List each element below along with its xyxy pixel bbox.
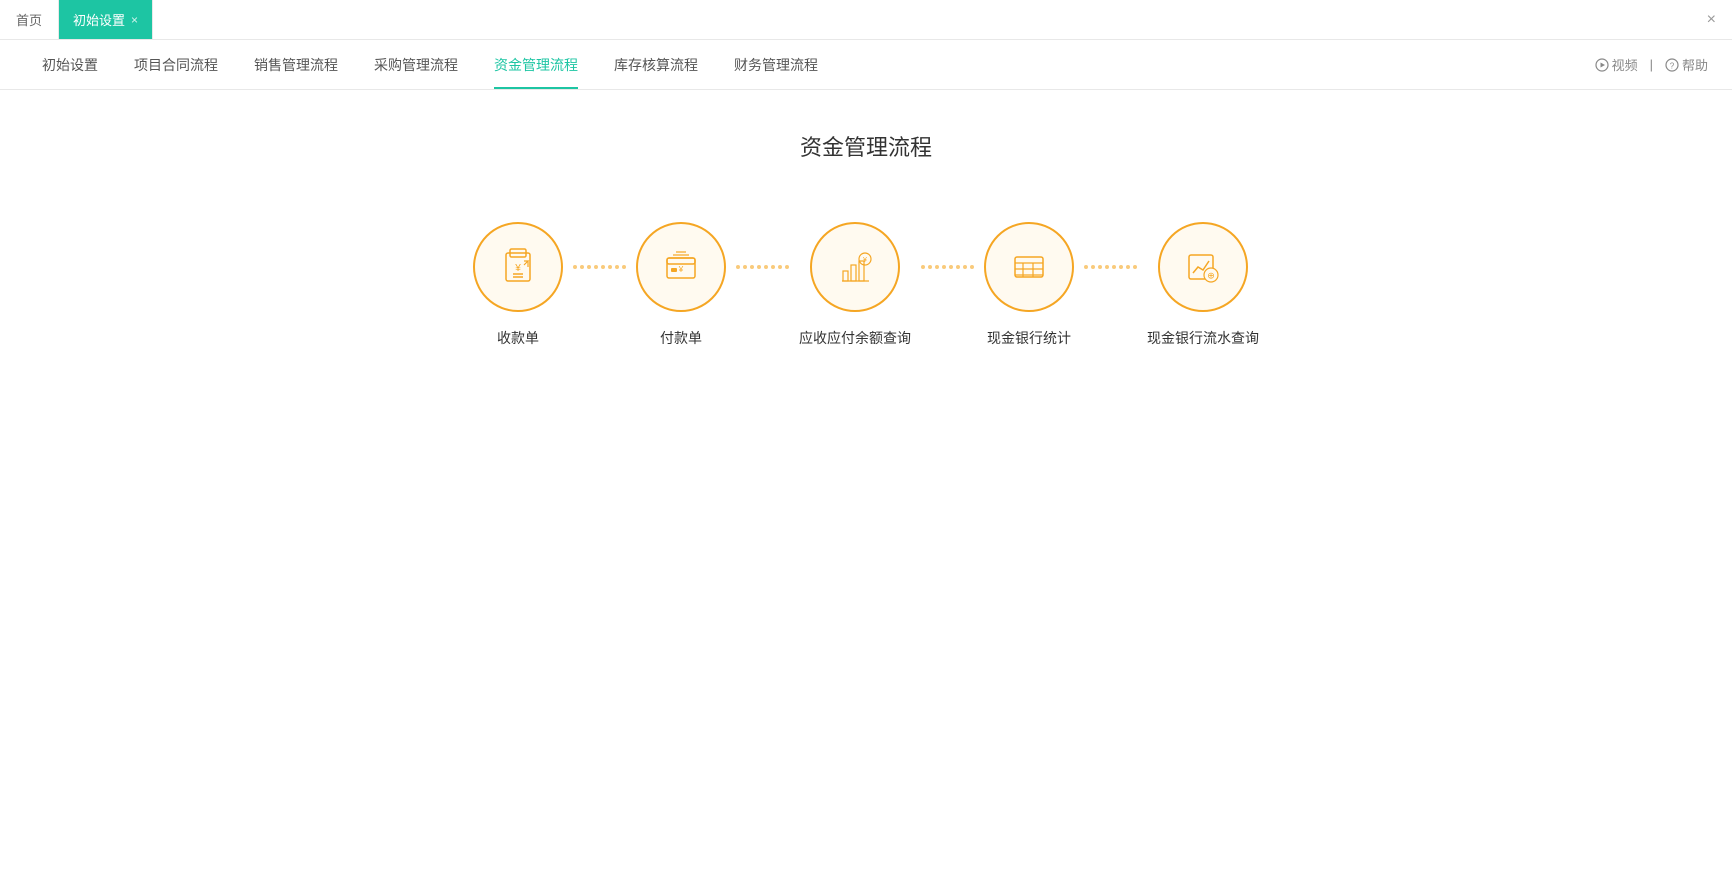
connector-2	[726, 265, 799, 269]
top-bar: 首页 初始设置 × ×	[0, 0, 1732, 40]
cash-flow-icon: ⊕	[1181, 245, 1225, 289]
flow-circle-cash-bank	[984, 222, 1074, 312]
flow-label-cash-flow: 现金银行流水查询	[1147, 328, 1259, 348]
nav-item-sales[interactable]: 销售管理流程	[236, 40, 356, 89]
nav-item-initial-setup[interactable]: 初始设置	[24, 40, 116, 89]
home-tab[interactable]: 首页	[0, 0, 59, 39]
help-icon: ?	[1665, 58, 1679, 72]
svg-text:¥: ¥	[863, 257, 867, 264]
main-content: 资金管理流程 ¥ 收款单	[0, 90, 1732, 885]
svg-text:¥: ¥	[514, 263, 521, 274]
connector-4	[1074, 265, 1147, 269]
tab-close-icon[interactable]: ×	[131, 13, 138, 27]
receipt-icon: ¥	[496, 245, 540, 289]
svg-text:?: ?	[1670, 61, 1675, 70]
flow-circle-receipt: ¥	[473, 222, 563, 312]
nav-item-project-contract[interactable]: 项目合同流程	[116, 40, 236, 89]
active-tab[interactable]: 初始设置 ×	[59, 0, 153, 39]
active-tab-label: 初始设置	[73, 10, 125, 29]
connector-1	[563, 265, 636, 269]
cash-bank-icon	[1007, 245, 1051, 289]
svg-text:¥: ¥	[678, 265, 684, 274]
flow-item-payment[interactable]: ¥ 付款单	[636, 222, 726, 348]
window-close-button[interactable]: ×	[1707, 11, 1716, 29]
connector-3	[911, 265, 984, 269]
payment-icon: ¥	[659, 245, 703, 289]
flow-item-cash-flow[interactable]: ⊕ 现金银行流水查询	[1147, 222, 1259, 348]
nav-item-purchase[interactable]: 采购管理流程	[356, 40, 476, 89]
flow-label-payment: 付款单	[660, 328, 702, 348]
help-link[interactable]: ? 帮助	[1665, 55, 1708, 74]
balance-icon: ¥	[833, 245, 877, 289]
flow-circle-cash-flow: ⊕	[1158, 222, 1248, 312]
flow-item-balance[interactable]: ¥ 应收应付余额查询	[799, 222, 911, 348]
nav-item-inventory[interactable]: 库存核算流程	[596, 40, 716, 89]
page-title: 资金管理流程	[60, 130, 1672, 162]
video-icon	[1595, 58, 1609, 72]
flow-circle-balance: ¥	[810, 222, 900, 312]
flow-label-balance: 应收应付余额查询	[799, 328, 911, 348]
nav-item-finance[interactable]: 财务管理流程	[716, 40, 836, 89]
flow-circle-payment: ¥	[636, 222, 726, 312]
flow-label-receipt: 收款单	[497, 328, 539, 348]
flow-item-receipt[interactable]: ¥ 收款单	[473, 222, 563, 348]
nav-item-capital[interactable]: 资金管理流程	[476, 40, 596, 89]
flow-label-cash-bank: 现金银行统计	[987, 328, 1071, 348]
flow-item-cash-bank[interactable]: 现金银行统计	[984, 222, 1074, 348]
nav-bar-right: 视频 | ? 帮助	[1595, 55, 1708, 74]
flow-container: ¥ 收款单	[60, 222, 1672, 348]
video-link[interactable]: 视频	[1595, 55, 1638, 74]
top-bar-right: ×	[1691, 11, 1732, 29]
nav-bar: 初始设置 项目合同流程 销售管理流程 采购管理流程 资金管理流程 库存核算流程 …	[0, 40, 1732, 90]
help-divider: |	[1650, 57, 1653, 72]
svg-text:⊕: ⊕	[1207, 271, 1215, 281]
